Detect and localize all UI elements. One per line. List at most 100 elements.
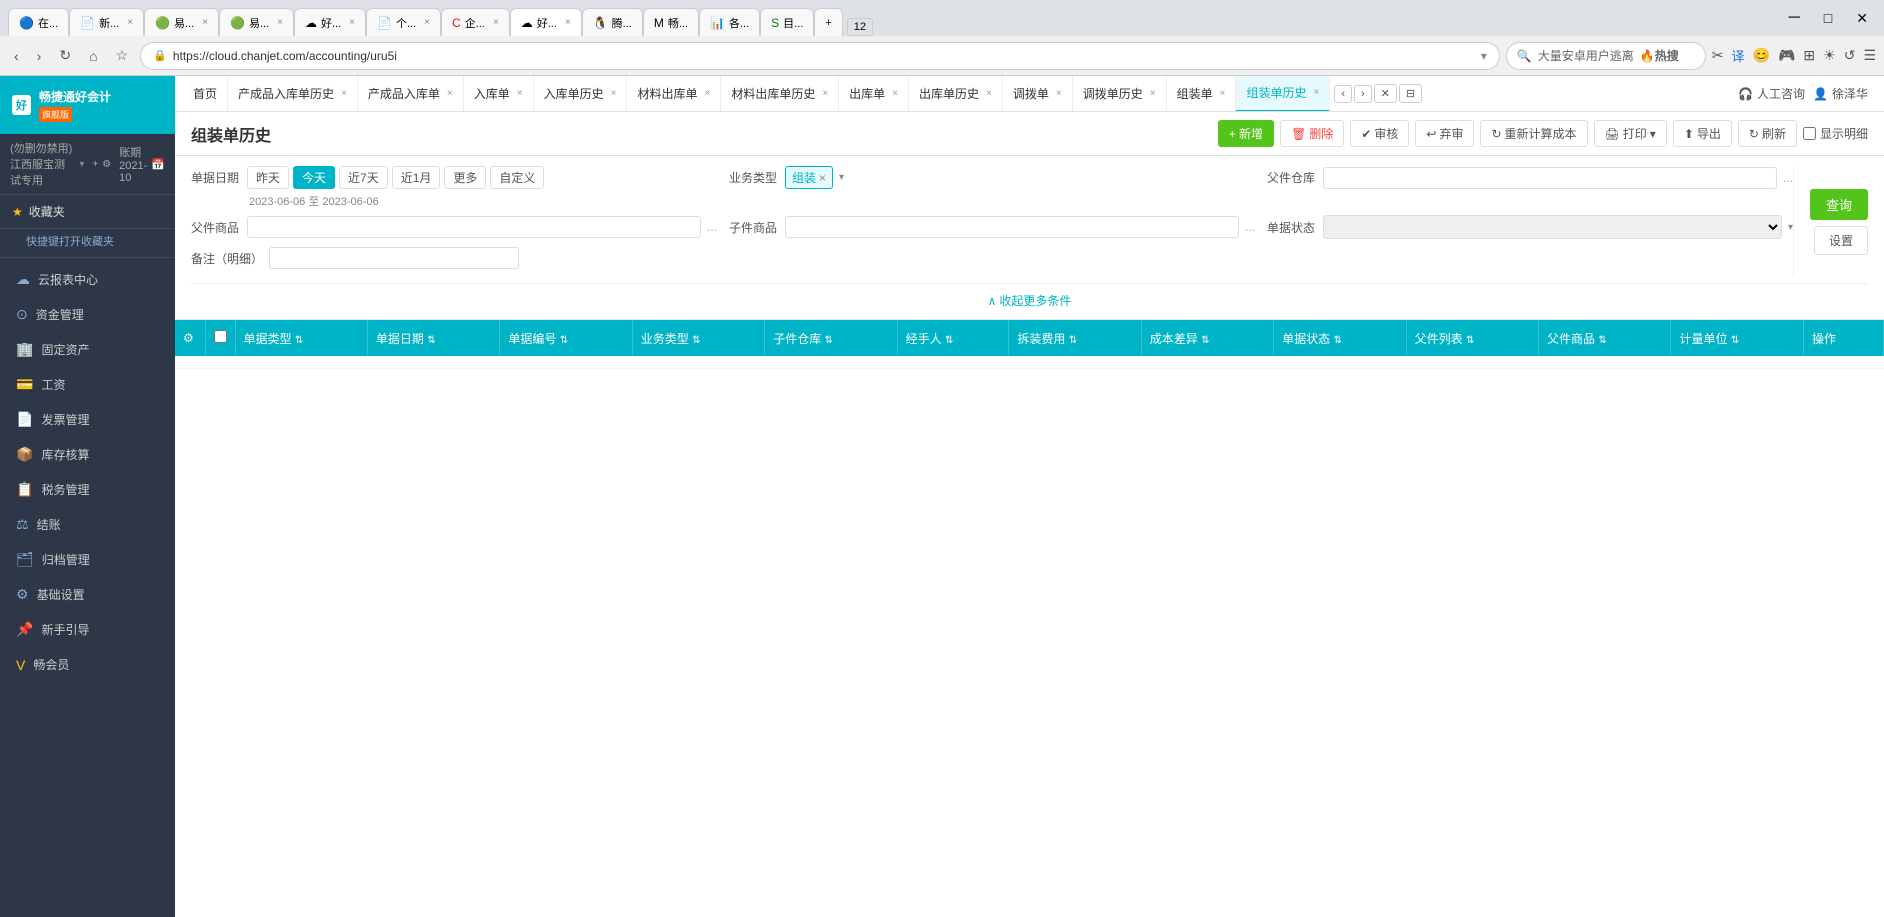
back-btn[interactable]: ‹	[8, 44, 25, 68]
browser-tab-10[interactable]: M 畅...	[643, 8, 699, 36]
customer-service[interactable]: 🎧 人工咨询	[1738, 85, 1805, 102]
date-btn-custom[interactable]: 自定义	[490, 166, 544, 189]
restore-btn[interactable]: □	[1816, 8, 1840, 28]
cut-icon[interactable]: ✂	[1712, 47, 1724, 64]
th-checkbox[interactable]	[205, 320, 235, 356]
close-tab-3[interactable]: ×	[517, 88, 523, 99]
date-btn-lastmonth[interactable]: 近1月	[392, 166, 441, 189]
close-tab-2[interactable]: ×	[447, 88, 453, 99]
close-btn[interactable]: ✕	[1848, 8, 1876, 29]
menu-tab-assemble[interactable]: 调拨单 ×	[1003, 76, 1073, 112]
th-child-warehouse[interactable]: 子件仓库 ⇅	[765, 320, 897, 356]
translate-icon[interactable]: 译	[1732, 46, 1745, 65]
delete-btn[interactable]: 🗑 删除	[1280, 120, 1344, 147]
grid-icon[interactable]: ⊞	[1803, 47, 1815, 64]
sidebar-item-settlement[interactable]: ⚖ 结账	[0, 507, 175, 542]
sidebar-item-member[interactable]: V 畅会员	[0, 647, 175, 682]
sidebar-item-cloud-reports[interactable]: ☁ 云报表中心	[0, 262, 175, 297]
favorites-sub[interactable]: 快捷键打开收藏夹	[0, 229, 175, 258]
menu-tab-produce-instock[interactable]: 产成品入库单 ×	[358, 76, 464, 112]
th-unit[interactable]: 计量单位 ⇅	[1671, 320, 1804, 356]
parent-warehouse-input[interactable]	[1323, 167, 1777, 189]
emoji-icon[interactable]: 😊	[1753, 47, 1770, 64]
child-goods-more-btn[interactable]: ...	[1245, 220, 1255, 234]
favorites-section[interactable]: ★ 收藏夹	[0, 195, 175, 229]
menu-tab-assemble-history[interactable]: 调拨单历史 ×	[1073, 76, 1167, 112]
biz-type-dropdown[interactable]: ▾	[839, 172, 844, 183]
browser-tab-3[interactable]: 🟢 易... ×	[144, 8, 219, 36]
th-biz-type[interactable]: 业务类型 ⇅	[632, 320, 764, 356]
menu-tab-instock-history[interactable]: 入库单历史 ×	[534, 76, 628, 112]
date-btn-yesterday[interactable]: 昨天	[247, 166, 289, 189]
browser-tab-8[interactable]: ☁ 好... ×	[510, 8, 582, 36]
close-tab-9[interactable]: ×	[1056, 88, 1062, 99]
th-number[interactable]: 单据编号 ⇅	[500, 320, 632, 356]
browser-tab-12[interactable]: S 目...	[760, 8, 814, 36]
remove-biz-type-tag[interactable]: ×	[819, 171, 826, 185]
th-disassemble-cost[interactable]: 拆装费用 ⇅	[1009, 320, 1141, 356]
close-tab-10[interactable]: ×	[1150, 88, 1156, 99]
close-tab-7[interactable]: ×	[892, 88, 898, 99]
close-tab-6[interactable]: ×	[822, 88, 828, 99]
sidebar-item-salary[interactable]: 💳 工资	[0, 367, 175, 402]
menu-icon[interactable]: ☰	[1863, 47, 1876, 64]
browser-tab-2[interactable]: 📄 新... ×	[69, 8, 144, 36]
menu-tab-material-outstock-history[interactable]: 材料出库单历史 ×	[721, 76, 839, 112]
tab-scroll-left[interactable]: ‹	[1334, 85, 1352, 103]
menu-tab-instock[interactable]: 入库单 ×	[464, 76, 534, 112]
browser-tab-new[interactable]: +	[814, 8, 842, 36]
parent-goods-input[interactable]	[247, 216, 701, 238]
refresh-btn[interactable]: ↻ 刷新	[1738, 120, 1797, 147]
menu-tab-kit-assemble[interactable]: 组装单 ×	[1167, 76, 1237, 112]
browser-tab-9[interactable]: 🐧 腾...	[582, 8, 643, 36]
browser-tab-11[interactable]: 📊 各...	[699, 8, 760, 36]
menu-tab-home[interactable]: 首页	[183, 76, 228, 112]
sidebar-item-basic-settings[interactable]: ⚙ 基础设置	[0, 577, 175, 612]
sidebar-item-funds[interactable]: ⊙ 资金管理	[0, 297, 175, 332]
abandon-btn[interactable]: ↩ 弃审	[1415, 120, 1474, 147]
select-all-checkbox[interactable]	[214, 330, 227, 343]
th-settings[interactable]: ⚙	[175, 320, 205, 356]
dropdown-icon[interactable]: ▾	[1481, 49, 1487, 63]
close-tab-12[interactable]: ×	[1313, 87, 1319, 98]
parent-goods-more-btn[interactable]: ...	[707, 220, 717, 234]
close-tab-5[interactable]: ×	[704, 88, 710, 99]
add-company-btn[interactable]: +	[92, 159, 98, 170]
menu-tab-produce-instock-history[interactable]: 产成品入库单历史 ×	[228, 76, 358, 112]
menu-tab-outstock[interactable]: 出库单 ×	[839, 76, 909, 112]
forward-btn[interactable]: ›	[31, 44, 48, 68]
th-type[interactable]: 单据类型 ⇅	[235, 320, 367, 356]
sidebar-item-guide[interactable]: 📌 新手引导	[0, 612, 175, 647]
th-parent-goods[interactable]: 父件商品 ⇅	[1539, 320, 1671, 356]
brightness-icon[interactable]: ☀	[1823, 47, 1836, 64]
minimize-btn[interactable]: ─	[1780, 7, 1807, 29]
address-bar[interactable]: 🔒 https://cloud.chanjet.com/accounting/u…	[140, 42, 1500, 70]
close-tab-8[interactable]: ×	[986, 88, 992, 99]
browser-tab-1[interactable]: 🔵 在...	[8, 8, 69, 36]
company-selector[interactable]: (勿删勿禁用) 江西服宝测试专用 ▾ + ⚙ 账期 2021-10 📅	[0, 134, 175, 195]
th-date[interactable]: 单据日期 ⇅	[367, 320, 499, 356]
th-parent-list[interactable]: 父件列表 ⇅	[1406, 320, 1538, 356]
table-container[interactable]: ⚙ 单据类型 ⇅ 单据日期 ⇅ 单据编号 ⇅	[175, 320, 1884, 917]
review-btn[interactable]: ✔ 审核	[1350, 120, 1409, 147]
query-btn[interactable]: 查询	[1810, 189, 1868, 220]
search-box[interactable]: 🔍 大量安卓用户逃离 🔥热搜	[1506, 42, 1706, 70]
print-dropdown-icon[interactable]: ▾	[1650, 127, 1656, 141]
sidebar-logo[interactable]: 好 畅捷通好会计 旗舰版	[0, 76, 175, 134]
browser-tab-7[interactable]: C 企... ×	[441, 8, 510, 36]
date-btn-more[interactable]: 更多	[444, 166, 486, 189]
date-btn-today[interactable]: 今天	[293, 166, 335, 189]
home-nav-btn[interactable]: ⌂	[83, 44, 103, 68]
th-handler[interactable]: 经手人 ⇅	[897, 320, 1009, 356]
game-icon[interactable]: 🎮	[1778, 47, 1795, 64]
settings-icon[interactable]: ⚙	[102, 159, 111, 170]
sidebar-item-invoices[interactable]: 📄 发票管理	[0, 402, 175, 437]
parent-warehouse-more-btn[interactable]: ...	[1783, 171, 1793, 185]
close-tab-11[interactable]: ×	[1220, 88, 1226, 99]
date-btn-last7[interactable]: 近7天	[339, 166, 388, 189]
sidebar-item-tax[interactable]: 📋 税务管理	[0, 472, 175, 507]
th-doc-status[interactable]: 单据状态 ⇅	[1274, 320, 1406, 356]
menu-tab-material-outstock[interactable]: 材料出库单 ×	[627, 76, 721, 112]
browser-tab-6[interactable]: 📄 个... ×	[366, 8, 441, 36]
status-select[interactable]	[1323, 215, 1782, 239]
